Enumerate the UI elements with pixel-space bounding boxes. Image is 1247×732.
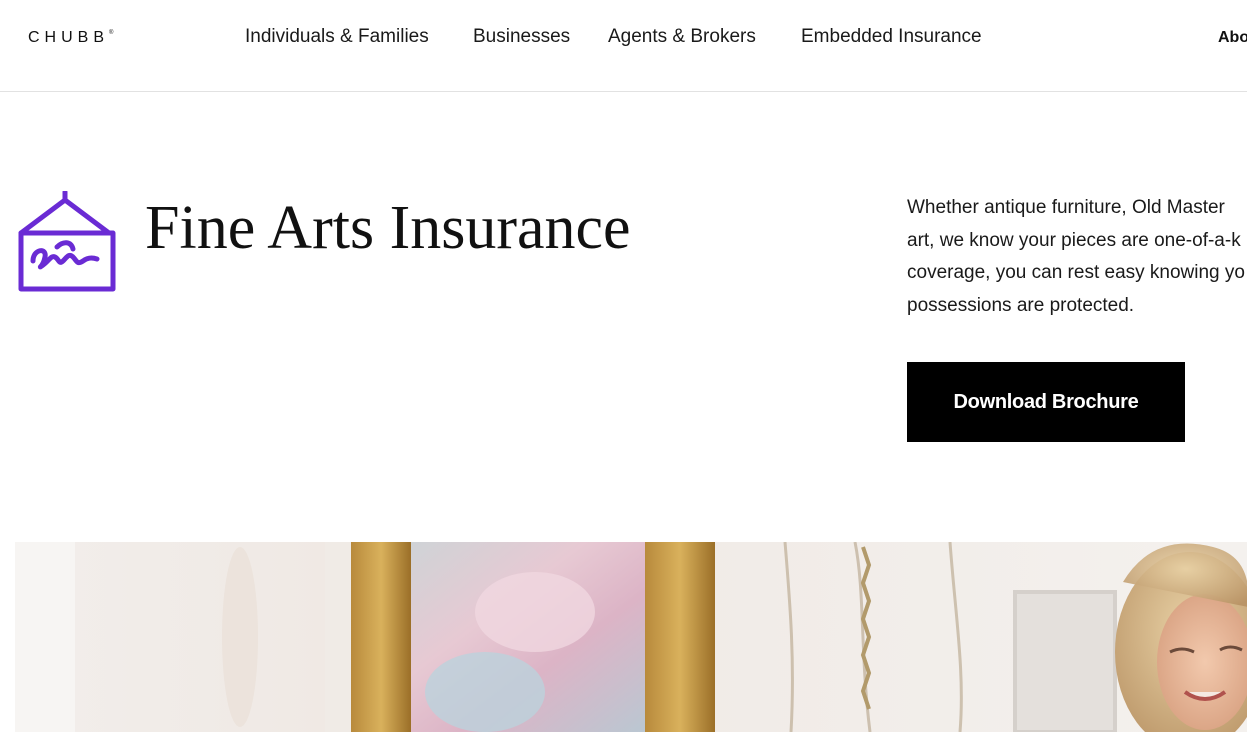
nav-businesses[interactable]: Businesses	[473, 26, 570, 48]
nav-about[interactable]: Abo	[1218, 29, 1247, 47]
nav-embedded-insurance[interactable]: Embedded Insurance	[801, 26, 982, 48]
hero-description: Whether antique furniture, Old Master ar…	[907, 192, 1247, 322]
woman-with-framed-art-photo	[15, 542, 1247, 732]
logo-text: CHUBB	[28, 29, 110, 46]
description-line: art, we know your pieces are one-of-a-k	[907, 229, 1241, 251]
chubb-logo[interactable]: CHUBB®	[28, 29, 113, 47]
description-line: coverage, you can rest easy knowing yo	[907, 262, 1245, 283]
hero-photo	[15, 542, 1247, 732]
framed-art-icon	[18, 191, 116, 292]
description-line: possessions are protected.	[907, 294, 1135, 316]
logo-registered-mark: ®	[109, 30, 114, 36]
description-line: Whether antique furniture, Old Master	[907, 197, 1225, 218]
site-header: CHUBB® Individuals & Families Businesses…	[0, 0, 1247, 92]
download-brochure-button[interactable]: Download Brochure	[907, 362, 1185, 442]
page-title: Fine Arts Insurance	[145, 194, 631, 262]
nav-individuals-families[interactable]: Individuals & Families	[245, 26, 429, 48]
nav-agents-brokers[interactable]: Agents & Brokers	[608, 26, 756, 48]
